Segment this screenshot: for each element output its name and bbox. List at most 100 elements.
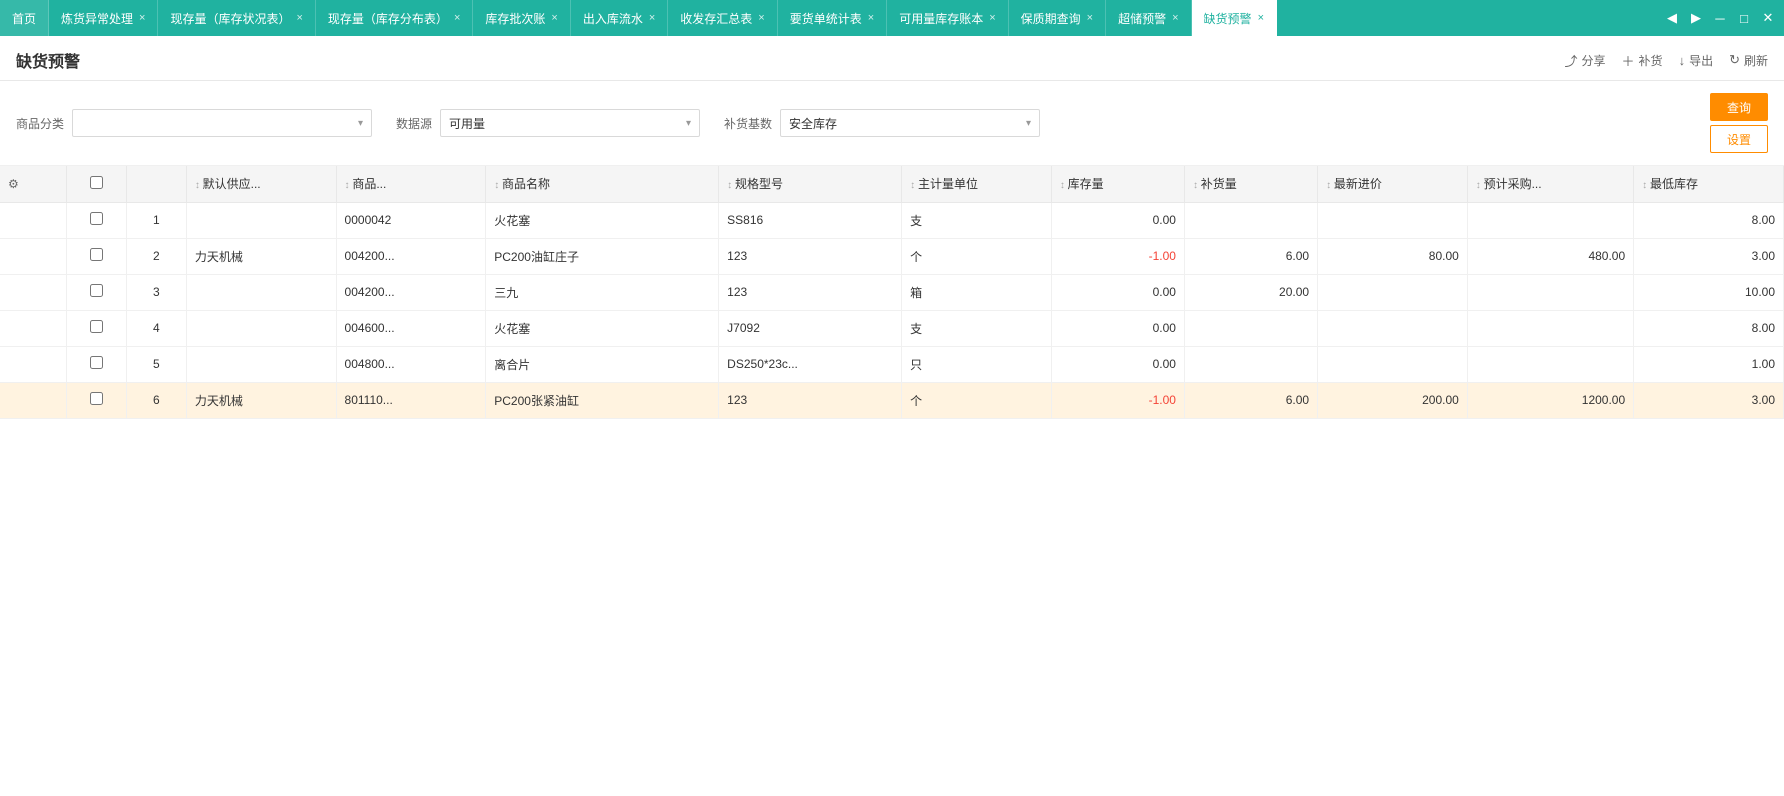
cell-est-purchase-4 bbox=[1467, 346, 1633, 382]
row-checkbox-0[interactable] bbox=[90, 212, 103, 225]
share-button[interactable]: ⤴ 分享 bbox=[1565, 51, 1606, 70]
col-product-code[interactable]: 商品... bbox=[336, 166, 486, 202]
cell-supplier-1: 力天机械 bbox=[186, 238, 336, 274]
tab-close-available-ledger[interactable]: × bbox=[989, 12, 995, 24]
tab-overstock[interactable]: 超储预警× bbox=[1106, 0, 1191, 36]
cell-est-purchase-1: 480.00 bbox=[1467, 238, 1633, 274]
col-unit[interactable]: 主计量单位 bbox=[902, 166, 1052, 202]
cell-settings-1 bbox=[0, 238, 67, 274]
replenish-basis-select[interactable]: 安全库存 ▾ bbox=[780, 109, 1040, 137]
tab-expiry-query[interactable]: 保质期查询 × bbox=[1009, 0, 1106, 36]
cell-code-1: 004200... bbox=[336, 238, 486, 274]
cell-stock-5: -1.00 bbox=[1051, 382, 1184, 418]
tab-close-overstock[interactable]: × bbox=[1172, 12, 1178, 24]
table-settings-icon[interactable]: ⚙ bbox=[8, 177, 19, 191]
cell-settings-3 bbox=[0, 310, 67, 346]
tab-label-expiry-query: 保质期查询 bbox=[1021, 10, 1081, 27]
export-button[interactable]: ↓ 导出 bbox=[1679, 52, 1714, 69]
col-no bbox=[126, 166, 186, 202]
cell-code-4: 004800... bbox=[336, 346, 486, 382]
cell-stock-1: -1.00 bbox=[1051, 238, 1184, 274]
window-close[interactable]: ✕ bbox=[1756, 6, 1780, 30]
cell-min-stock-4: 1.00 bbox=[1634, 346, 1784, 382]
tab-batch-account[interactable]: 库存批次账× bbox=[473, 0, 570, 36]
replenish-button[interactable]: ＋ 补货 bbox=[1622, 51, 1663, 70]
tab-recv-summary[interactable]: 收发存汇总表× bbox=[668, 0, 777, 36]
tab-close-order-stats[interactable]: × bbox=[868, 12, 874, 24]
col-default-supplier[interactable]: 默认供应... bbox=[186, 166, 336, 202]
row-checkbox-4[interactable] bbox=[90, 356, 103, 369]
cell-est-purchase-5: 1200.00 bbox=[1467, 382, 1633, 418]
col-stock[interactable]: 库存量 bbox=[1051, 166, 1184, 202]
replenish-icon: ＋ bbox=[1622, 51, 1635, 70]
tab-close-expiry-query[interactable]: × bbox=[1087, 12, 1093, 24]
tab-exception[interactable]: 炼货异常处理× bbox=[49, 0, 158, 36]
datasource-filter-group: 数据源 可用量 ▾ bbox=[396, 109, 700, 137]
datasource-select[interactable]: 可用量 ▾ bbox=[440, 109, 700, 137]
tab-close-shortage[interactable]: × bbox=[1258, 12, 1264, 24]
tab-order-stats[interactable]: 要货单统计表× bbox=[778, 0, 887, 36]
tab-home[interactable]: 首页 bbox=[0, 0, 49, 36]
tab-close-inventory-status[interactable]: × bbox=[296, 12, 302, 24]
tab-close-inout-flow[interactable]: × bbox=[649, 12, 655, 24]
settings-button[interactable]: 设置 bbox=[1710, 125, 1768, 153]
col-latest-price[interactable]: 最新进价 bbox=[1318, 166, 1468, 202]
tab-inventory-dist[interactable]: 现存量（库存分布表） × bbox=[316, 0, 473, 36]
cell-replenish-5: 6.00 bbox=[1184, 382, 1317, 418]
row-checkbox-5[interactable] bbox=[90, 392, 103, 405]
tab-shortage[interactable]: 缺货预警× bbox=[1192, 0, 1277, 36]
datasource-value: 可用量 bbox=[449, 115, 485, 132]
tab-scroll-prev[interactable]: ◀ bbox=[1660, 6, 1684, 30]
tab-close-batch-account[interactable]: × bbox=[551, 12, 557, 24]
tab-close-inventory-dist[interactable]: × bbox=[454, 12, 460, 24]
col-replenish-qty[interactable]: 补货量 bbox=[1184, 166, 1317, 202]
replenish-basis-value: 安全库存 bbox=[789, 115, 837, 132]
table-row: 3 004200... 三九 123 箱 0.00 20.00 10.00 bbox=[0, 274, 1784, 310]
tab-label-inventory-dist: 现存量（库存分布表） bbox=[328, 10, 448, 27]
select-all-checkbox[interactable] bbox=[90, 176, 103, 189]
category-chevron-icon: ▾ bbox=[358, 118, 363, 129]
tab-scroll-next[interactable]: ▶ bbox=[1684, 6, 1708, 30]
datasource-chevron-icon: ▾ bbox=[686, 118, 691, 129]
cell-spec-5: 123 bbox=[719, 382, 902, 418]
cell-checkbox-0 bbox=[67, 202, 127, 238]
window-maximize[interactable]: □ bbox=[1732, 6, 1756, 30]
col-min-stock[interactable]: 最低库存 bbox=[1634, 166, 1784, 202]
refresh-button[interactable]: ↻ 刷新 bbox=[1729, 52, 1768, 69]
cell-stock-2: 0.00 bbox=[1051, 274, 1184, 310]
export-icon: ↓ bbox=[1679, 53, 1686, 68]
tab-inout-flow[interactable]: 出入库流水× bbox=[571, 0, 668, 36]
tab-close-exception[interactable]: × bbox=[139, 12, 145, 24]
tab-label-home: 首页 bbox=[12, 10, 36, 27]
col-spec[interactable]: 规格型号 bbox=[719, 166, 902, 202]
cell-min-stock-1: 3.00 bbox=[1634, 238, 1784, 274]
cell-name-4: 离合片 bbox=[486, 346, 719, 382]
row-checkbox-2[interactable] bbox=[90, 284, 103, 297]
col-est-purchase[interactable]: 预计采购... bbox=[1467, 166, 1633, 202]
category-select[interactable]: ▾ bbox=[72, 109, 372, 137]
cell-stock-3: 0.00 bbox=[1051, 310, 1184, 346]
cell-supplier-4 bbox=[186, 346, 336, 382]
cell-latest-price-5: 200.00 bbox=[1318, 382, 1468, 418]
page-content: 缺货预警 ⤴ 分享 ＋ 补货 ↓ 导出 ↻ 刷新 商品分类 bbox=[0, 36, 1784, 796]
cell-supplier-5: 力天机械 bbox=[186, 382, 336, 418]
window-minimize[interactable]: － bbox=[1708, 6, 1732, 30]
row-checkbox-1[interactable] bbox=[90, 248, 103, 261]
cell-unit-0: 支 bbox=[902, 202, 1052, 238]
query-button[interactable]: 查询 bbox=[1710, 93, 1768, 121]
cell-code-5: 801110... bbox=[336, 382, 486, 418]
tab-inventory-status[interactable]: 现存量（库存状况表）× bbox=[158, 0, 315, 36]
table-row: 6 力天机械 801110... PC200张紧油缸 123 个 -1.00 6… bbox=[0, 382, 1784, 418]
cell-name-2: 三九 bbox=[486, 274, 719, 310]
cell-latest-price-3 bbox=[1318, 310, 1468, 346]
page-title: 缺货预警 bbox=[16, 48, 1565, 72]
tab-available-ledger[interactable]: 可用量库存账本× bbox=[887, 0, 1008, 36]
cell-checkbox-1 bbox=[67, 238, 127, 274]
col-product-name[interactable]: 商品名称 bbox=[486, 166, 719, 202]
row-checkbox-3[interactable] bbox=[90, 320, 103, 333]
cell-replenish-0 bbox=[1184, 202, 1317, 238]
replenish-basis-label: 补货基数 bbox=[724, 115, 772, 132]
tab-close-recv-summary[interactable]: × bbox=[758, 12, 764, 24]
category-filter-group: 商品分类 ▾ bbox=[16, 109, 372, 137]
cell-name-3: 火花塞 bbox=[486, 310, 719, 346]
